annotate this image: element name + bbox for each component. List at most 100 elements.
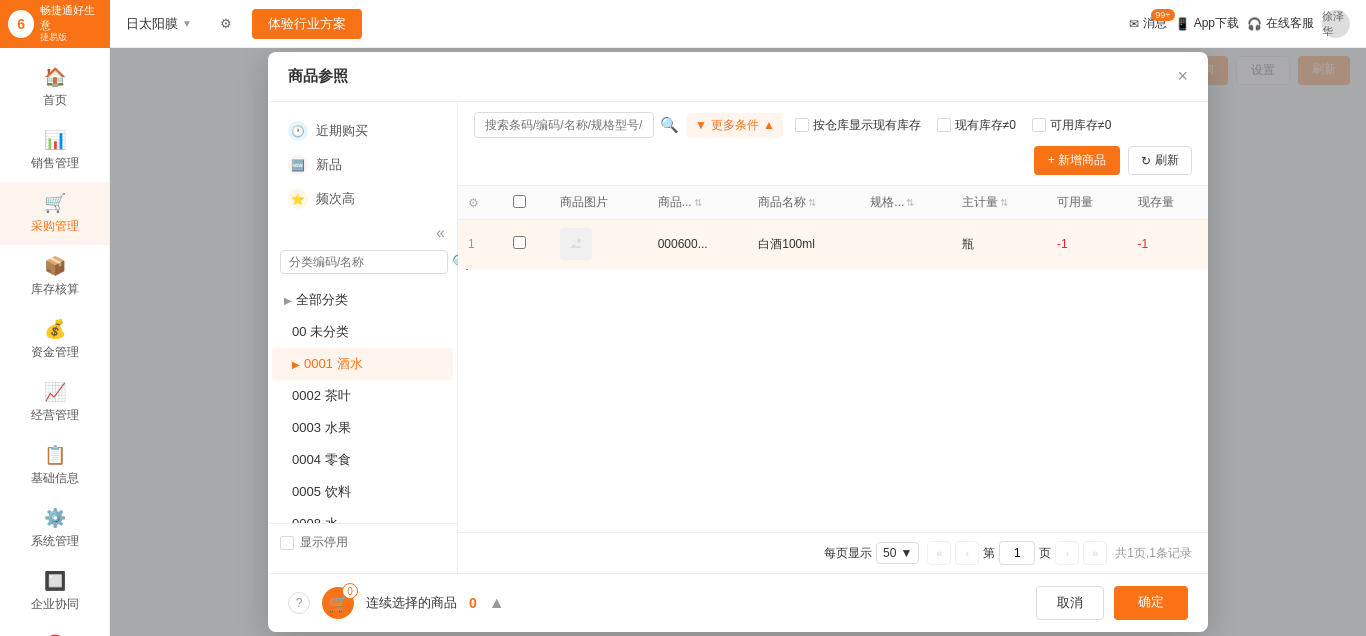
dialog-bottom: ? 🛒 0 连续选择的商品 0 ▲ 取消 确定 — [268, 573, 1208, 632]
sidebar-item-basic-info[interactable]: 📋 基础信息 — [0, 434, 109, 497]
cell-stock: -1 — [1128, 220, 1209, 269]
checkbox-available-stock[interactable]: 可用库存≠0 — [1032, 117, 1111, 134]
dialog-title: 商品参照 — [288, 67, 348, 86]
sidebar-item-finance[interactable]: 💰 资金管理 — [0, 308, 109, 371]
cart-count: 0 — [342, 583, 358, 599]
filter-checkboxes: 按仓库显示现有库存 现有库存≠0 可用库存≠0 — [795, 117, 1112, 134]
quick-recent[interactable]: 🕐 近期购买 — [280, 114, 445, 148]
help-icon[interactable]: ? — [288, 592, 310, 614]
logo-text: 畅捷通好生意 捷易版 — [40, 3, 102, 43]
category-search-input[interactable] — [280, 250, 448, 274]
page-unit: 页 — [1039, 545, 1051, 562]
filter-bar: 🔍 ▼ 更多条件 ▲ 按仓库显示现有库存 — [458, 102, 1208, 186]
next-page-btn[interactable]: › — [1055, 541, 1079, 565]
first-page-btn[interactable]: « — [927, 541, 951, 565]
refresh-button[interactable]: ↻ 刷新 — [1128, 146, 1192, 175]
cell-name: 白酒100ml — [748, 220, 860, 269]
cat-item-snack[interactable]: 0004 零食 — [272, 444, 453, 476]
cell-available: -1 — [1047, 220, 1127, 269]
sidebar-bottom: 🎯 新手引导 📺 应用中心 V 畅会员 — [0, 623, 109, 636]
select-all-checkbox[interactable] — [513, 195, 526, 208]
cat-item-unclassified[interactable]: 00 未分类 — [272, 316, 453, 348]
th-unit[interactable]: 主计量⇅ — [952, 186, 1047, 220]
layout: 🏠 首页 📊 销售管理 🛒 采购管理 📦 库存核算 💰 资金管理 📈 经营管理 … — [0, 48, 1366, 636]
th-img: 商品图片 — [550, 186, 648, 220]
cell-num: 1 — [458, 220, 503, 269]
prev-page-btn[interactable]: ‹ — [955, 541, 979, 565]
operations-icon: 📈 — [44, 381, 66, 403]
more-conditions-btn[interactable]: ▼ 更多条件 ▲ — [687, 113, 783, 138]
dialog-body: 🕐 近期购买 🆕 新品 ⭐ 频次高 — [268, 102, 1208, 573]
avatar[interactable]: 徐泽华 — [1322, 10, 1350, 38]
confirm-button[interactable]: 确定 — [1114, 586, 1188, 620]
modal-overlay: 商品参照 × 🕐 近期购买 🆕 新品 — [110, 48, 1366, 636]
close-icon[interactable]: × — [1177, 66, 1188, 87]
app-download-btn[interactable]: 📱 App下载 — [1175, 15, 1239, 32]
sidebar-item-operations[interactable]: 📈 经营管理 — [0, 371, 109, 434]
message-btn[interactable]: ✉ 消息 99+ — [1129, 15, 1167, 32]
cat-item-liquor[interactable]: ▶ 0001 酒水 — [272, 348, 453, 380]
checkbox-warehouse[interactable]: 按仓库显示现有库存 — [795, 117, 921, 134]
th-stock[interactable]: 现存量 — [1128, 186, 1209, 220]
th-code[interactable]: 商品...⇅ — [648, 186, 749, 220]
show-disabled-label[interactable]: 显示停用 — [280, 534, 445, 551]
product-search-input[interactable] — [474, 112, 654, 138]
table-row[interactable]: 1 — [458, 220, 1208, 269]
checkbox-existing-box[interactable] — [937, 118, 951, 132]
sidebar-item-system[interactable]: ⚙️ 系统管理 — [0, 497, 109, 560]
collab-icon: 🔲 — [44, 570, 66, 592]
store-selector[interactable]: 日太阳膜 ▼ — [110, 15, 208, 33]
cat-item-tea[interactable]: 0002 茶叶 — [272, 380, 453, 412]
chevron-down-icon: ▼ — [182, 18, 192, 29]
checkbox-warehouse-box[interactable] — [795, 118, 809, 132]
sidebar-item-collab[interactable]: 🔲 企业协同 — [0, 560, 109, 623]
checkbox-available-box[interactable] — [1032, 118, 1046, 132]
info-icon: 📋 — [44, 444, 66, 466]
sort-name-icon: ⇅ — [808, 197, 816, 208]
sidebar-item-sales[interactable]: 📊 销售管理 — [0, 119, 109, 182]
cart-button[interactable]: 🛒 0 — [322, 587, 354, 619]
cat-item-fruit[interactable]: 0003 水果 — [272, 412, 453, 444]
sort-code-icon: ⇅ — [694, 197, 702, 208]
th-spec[interactable]: 规格...⇅ — [860, 186, 952, 220]
th-checkbox[interactable] — [503, 186, 550, 220]
sidebar-item-guide[interactable]: 🎯 新手引导 — [0, 623, 109, 636]
collapse-left-icon[interactable]: « — [436, 224, 445, 241]
th-gear[interactable]: ⚙ — [458, 186, 503, 220]
last-page-btn[interactable]: » — [1083, 541, 1107, 565]
row-checkbox[interactable] — [513, 236, 526, 249]
page-size-selector: 每页显示 50 ▼ — [824, 542, 919, 564]
page-number-input[interactable] — [999, 541, 1035, 565]
cat-item-drink[interactable]: 0005 饮料 — [272, 476, 453, 508]
gear-icon: ⚙ — [468, 196, 479, 210]
purchase-icon: 🛒 — [44, 192, 66, 214]
cat-item-all[interactable]: ▶ 全部分类 — [272, 284, 453, 316]
settings-icon[interactable]: ⚙ — [208, 6, 244, 42]
page-navigation: « ‹ 第 页 › » — [927, 541, 1107, 565]
collapse-btn: « — [268, 224, 457, 242]
sidebar-item-inventory[interactable]: 📦 库存核算 — [0, 245, 109, 308]
trial-button[interactable]: 体验行业方案 — [252, 9, 362, 39]
cat-item-water[interactable]: 0008 水 — [272, 508, 453, 523]
cancel-button[interactable]: 取消 — [1036, 586, 1104, 620]
collapse-up-icon[interactable]: ▲ — [489, 594, 505, 612]
add-product-button[interactable]: + 新增商品 — [1034, 146, 1120, 175]
cell-code: 000600... — [648, 220, 749, 269]
category-tree: ▶ 全部分类 00 未分类 ▶ 0001 酒水 0002 茶 — [268, 284, 457, 523]
cell-checkbox[interactable] — [503, 220, 550, 269]
page-label: 第 — [983, 545, 995, 562]
cat-arrow-all: ▶ — [284, 295, 292, 306]
page-size-dropdown[interactable]: 50 ▼ — [876, 542, 919, 564]
product-search-icon[interactable]: 🔍 — [660, 116, 679, 134]
quick-freq[interactable]: ⭐ 频次高 — [280, 182, 445, 216]
service-btn[interactable]: 🎧 在线客服 — [1247, 15, 1314, 32]
sidebar-item-purchase[interactable]: 🛒 采购管理 — [0, 182, 109, 245]
checkbox-existing-stock[interactable]: 现有库存≠0 — [937, 117, 1016, 134]
th-available[interactable]: 可用量 — [1047, 186, 1127, 220]
show-disabled-checkbox[interactable] — [280, 536, 294, 550]
filter-icon: ▼ — [695, 118, 707, 132]
logo-icon: 6 — [8, 10, 34, 38]
th-name[interactable]: 商品名称⇅ — [748, 186, 860, 220]
sidebar-item-home[interactable]: 🏠 首页 — [0, 56, 109, 119]
quick-new[interactable]: 🆕 新品 — [280, 148, 445, 182]
